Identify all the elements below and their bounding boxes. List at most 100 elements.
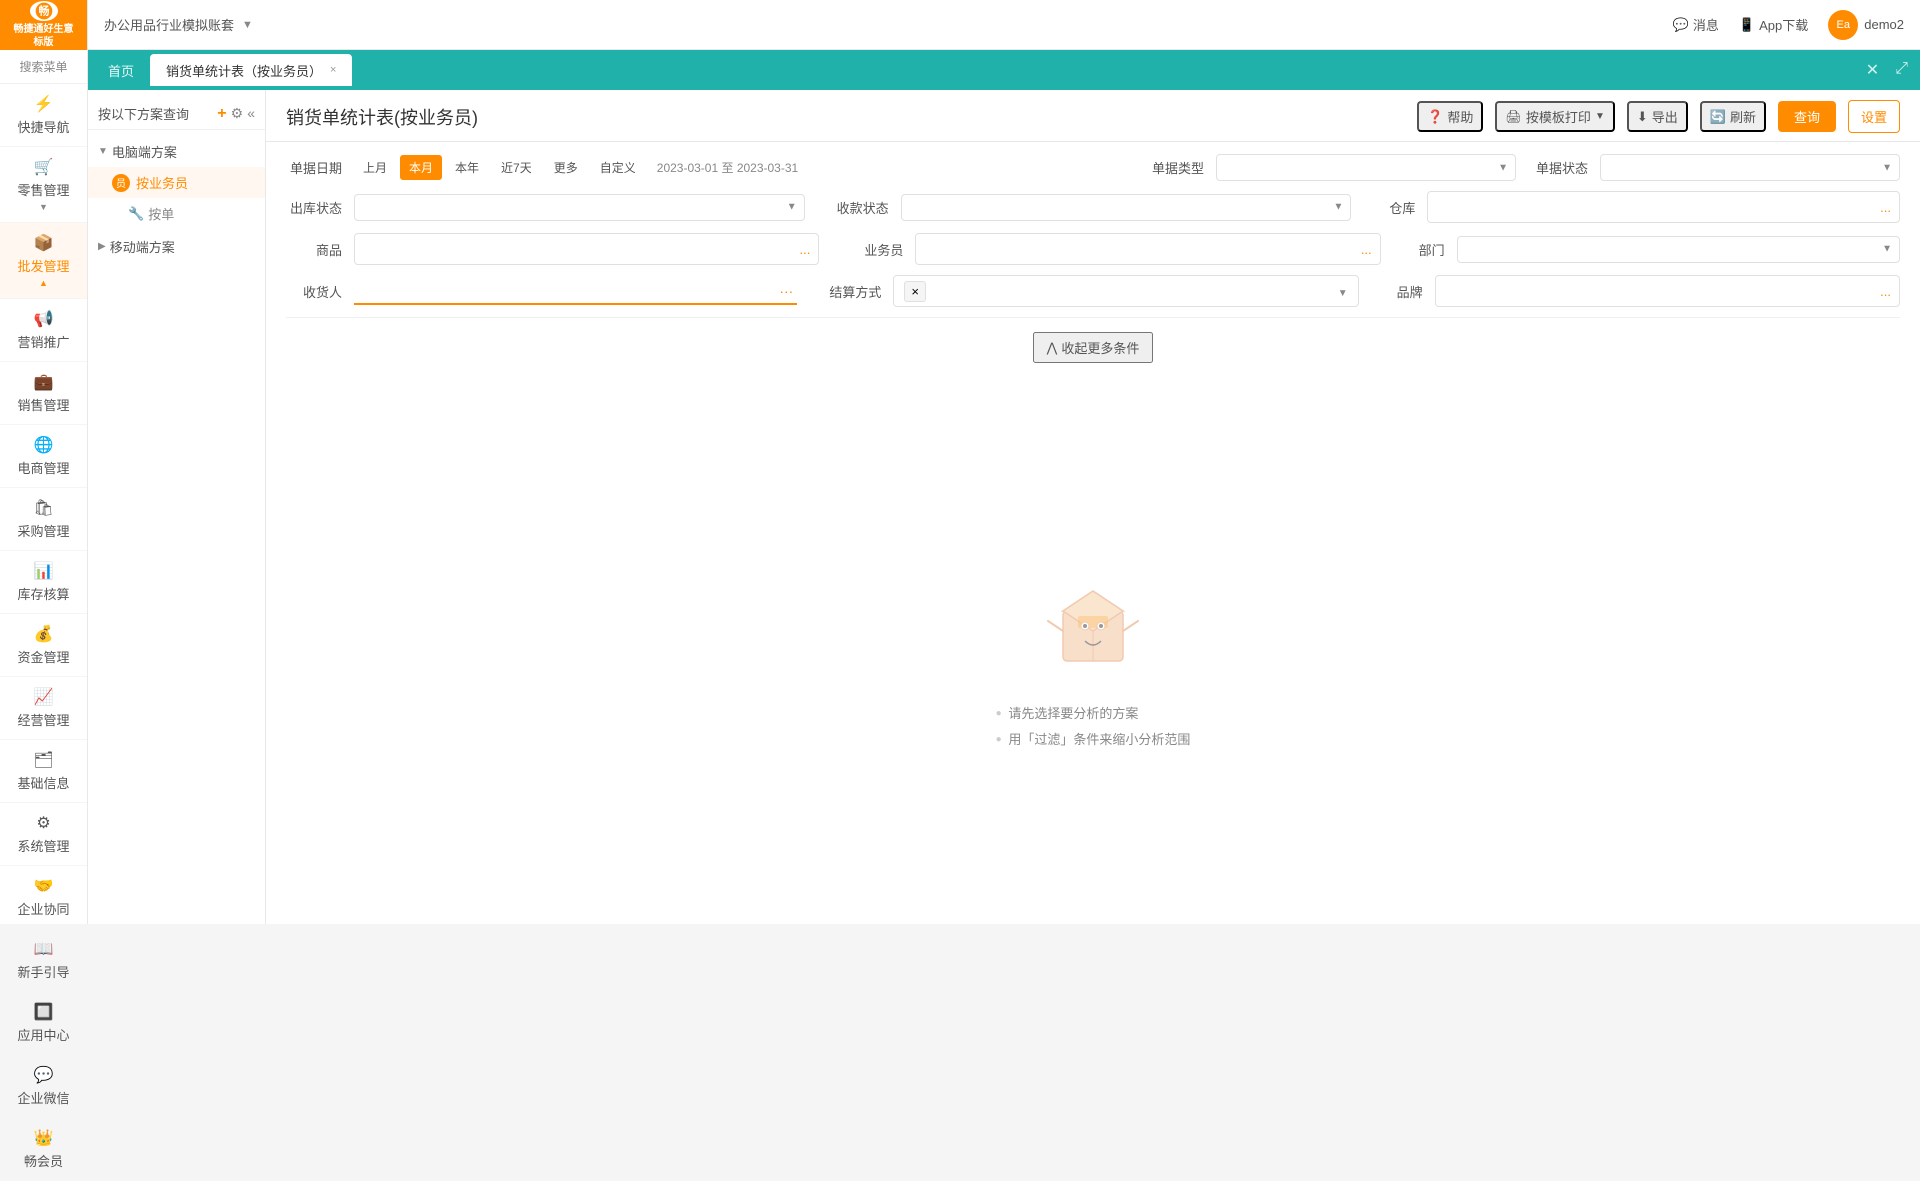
sidebar-item-wholesale[interactable]: 📦 批发管理 ▲: [0, 223, 87, 299]
download-icon: 📱: [1739, 17, 1755, 33]
department-label: 部门: [1405, 240, 1445, 259]
tab-salesperson-stats[interactable]: 销货单统计表（按业务员） ×: [150, 54, 352, 86]
search-label: 搜索菜单: [6, 58, 81, 75]
sidebar-item-enterprise[interactable]: 🤝 企业协同: [0, 866, 87, 929]
system-icon: ⚙: [36, 813, 50, 833]
print-icon: 🖨: [1505, 109, 1522, 125]
scheme-by-order[interactable]: 🔧 按单: [88, 198, 265, 229]
app-center-label: 应用中心: [17, 1025, 69, 1044]
sales-icon: 💼: [34, 372, 54, 392]
logo-icon: 畅: [30, 1, 58, 21]
brand-dots[interactable]: ...: [1880, 284, 1891, 299]
right-content: 销货单统计表(按业务员) ❓ 帮助 🖨 按模板打印 ▼ ⬇: [266, 90, 1920, 924]
window-maximize-icon[interactable]: ⤢: [1891, 56, 1912, 84]
consignee-input[interactable]: [354, 278, 797, 305]
collapse-button[interactable]: ⋀ 收起更多条件: [1033, 332, 1154, 363]
tab-close-icon[interactable]: ×: [330, 64, 336, 76]
scheme-by-salesperson[interactable]: 员 按业务员: [88, 167, 265, 198]
query-button[interactable]: 查询: [1778, 101, 1836, 132]
settings-button[interactable]: 设置: [1848, 100, 1900, 133]
sidebar-item-marketing[interactable]: 📢 营销推广: [0, 299, 87, 362]
pc-group-title[interactable]: ▼ 电脑端方案: [88, 136, 265, 167]
date-tab-current-month[interactable]: 本月: [400, 155, 442, 180]
collapse-arrow-icon: ⋀: [1047, 340, 1058, 356]
guide-icon: 📖: [34, 939, 54, 959]
date-tab-7days[interactable]: 近7天: [492, 155, 541, 180]
refresh-label: 刷新: [1730, 107, 1756, 126]
date-tab-current-year[interactable]: 本年: [446, 155, 488, 180]
sidebar-item-member[interactable]: 👑 畅会员: [0, 1118, 87, 1181]
doc-type-select[interactable]: [1216, 154, 1516, 181]
settlement-tag-close[interactable]: ×: [911, 284, 919, 299]
wechat-icon: 💬: [34, 1065, 54, 1085]
print-button[interactable]: 🖨 按模板打印 ▼: [1495, 101, 1614, 132]
date-tab-last-month[interactable]: 上月: [354, 155, 396, 180]
app-center-icon: 🔲: [34, 1002, 54, 1022]
sidebar-item-finance[interactable]: 💰 资金管理: [0, 614, 87, 677]
sidebar-item-retail[interactable]: 🛒 零售管理 ▼: [0, 147, 87, 223]
add-scheme-button[interactable]: +: [217, 105, 226, 123]
doc-type-label: 单据类型: [1144, 158, 1204, 177]
refresh-button[interactable]: 🔄 刷新: [1700, 101, 1766, 132]
mobile-group-label: 移动端方案: [110, 237, 175, 256]
top-header: 办公用品行业模拟账套 ▼ 💬 消息 📱 App下载 Ea demo2: [88, 0, 1920, 50]
pc-group-arrow: ▼: [98, 146, 108, 157]
salesperson-dots[interactable]: ...: [1361, 242, 1372, 257]
date-tab-more[interactable]: 更多: [545, 155, 587, 180]
sidebar-item-guide[interactable]: 📖 新手引导: [0, 929, 87, 992]
sidebar-item-sales[interactable]: 💼 销售管理: [0, 362, 87, 425]
query-label: 查询: [1794, 107, 1820, 126]
consignee-dots[interactable]: ···: [779, 283, 793, 299]
doc-status-select[interactable]: [1600, 154, 1900, 181]
avatar: Ea: [1828, 10, 1858, 40]
outbound-select[interactable]: [354, 194, 805, 221]
sidebar-item-inventory[interactable]: 📊 库存核算: [0, 551, 87, 614]
tab-home[interactable]: 首页: [96, 61, 146, 80]
export-button[interactable]: ⬇ 导出: [1627, 101, 1688, 132]
date-tab-custom[interactable]: 自定义: [591, 155, 645, 180]
sidebar-item-ecommerce[interactable]: 🌐 电商管理: [0, 425, 87, 488]
export-label: 导出: [1652, 107, 1678, 126]
mobile-group-title[interactable]: ▶ 移动端方案: [88, 231, 265, 262]
page-actions: ❓ 帮助 🖨 按模板打印 ▼ ⬇ 导出 🔄: [1417, 100, 1900, 133]
print-label: 按模板打印: [1526, 107, 1591, 126]
sidebar-item-wechat[interactable]: 💬 企业微信: [0, 1055, 87, 1118]
department-select[interactable]: [1457, 236, 1900, 263]
doc-status-select-wrapper: [1600, 154, 1900, 181]
header-left: 办公用品行业模拟账套 ▼: [104, 15, 253, 34]
warehouse-dots[interactable]: ...: [1880, 200, 1891, 215]
sidebar-search[interactable]: 搜索菜单: [0, 50, 87, 84]
export-icon: ⬇: [1637, 109, 1648, 125]
sidebar-item-quick-nav[interactable]: ⚡ 快捷导航: [0, 84, 87, 147]
left-panel-header: 按以下方案查询 + ⚙ «: [88, 98, 265, 130]
basic-icon: 🗂: [33, 750, 53, 770]
sidebar-item-basic[interactable]: 🗂 基础信息: [0, 740, 87, 803]
tab-bar: 首页 销货单统计表（按业务员） × ✕ ⤢: [88, 50, 1920, 90]
member-icon: 👑: [34, 1128, 54, 1148]
operation-label: 经营管理: [17, 710, 69, 729]
sidebar-item-system[interactable]: ⚙ 系统管理: [0, 803, 87, 866]
settlement-label: 结算方式: [821, 282, 881, 301]
help-button[interactable]: ❓ 帮助: [1417, 101, 1483, 132]
message-button[interactable]: 💬 消息: [1673, 15, 1719, 34]
page-title: 销货单统计表(按业务员): [286, 104, 478, 130]
settlement-arrow[interactable]: ▼: [1338, 288, 1348, 299]
app-download-button[interactable]: 📱 App下载: [1739, 15, 1808, 34]
sidebar-item-purchase[interactable]: 🛍 采购管理: [0, 488, 87, 551]
goods-dots[interactable]: ...: [799, 242, 810, 257]
main-area: 办公用品行业模拟账套 ▼ 💬 消息 📱 App下载 Ea demo2 首页: [88, 0, 1920, 924]
window-close-icon[interactable]: ✕: [1862, 56, 1883, 84]
quick-nav-label: 快捷导航: [17, 117, 69, 136]
user-menu[interactable]: Ea demo2: [1828, 10, 1904, 40]
receipt-select[interactable]: [901, 194, 1352, 221]
panel-collapse-button[interactable]: «: [247, 105, 255, 123]
filter-row-3: 商品 ... 业务员 ... 部门: [286, 233, 1900, 265]
scheme-settings-button[interactable]: ⚙: [231, 105, 244, 123]
sidebar-item-app-center[interactable]: 🔲 应用中心: [0, 992, 87, 1055]
download-label: App下载: [1759, 15, 1808, 34]
sidebar-item-operation[interactable]: 📈 经营管理: [0, 677, 87, 740]
finance-label: 资金管理: [17, 647, 69, 666]
consignee-input-container: ···: [354, 278, 797, 305]
collapse-label: 收起更多条件: [1061, 338, 1139, 357]
dropdown-arrow-icon[interactable]: ▼: [242, 19, 253, 31]
